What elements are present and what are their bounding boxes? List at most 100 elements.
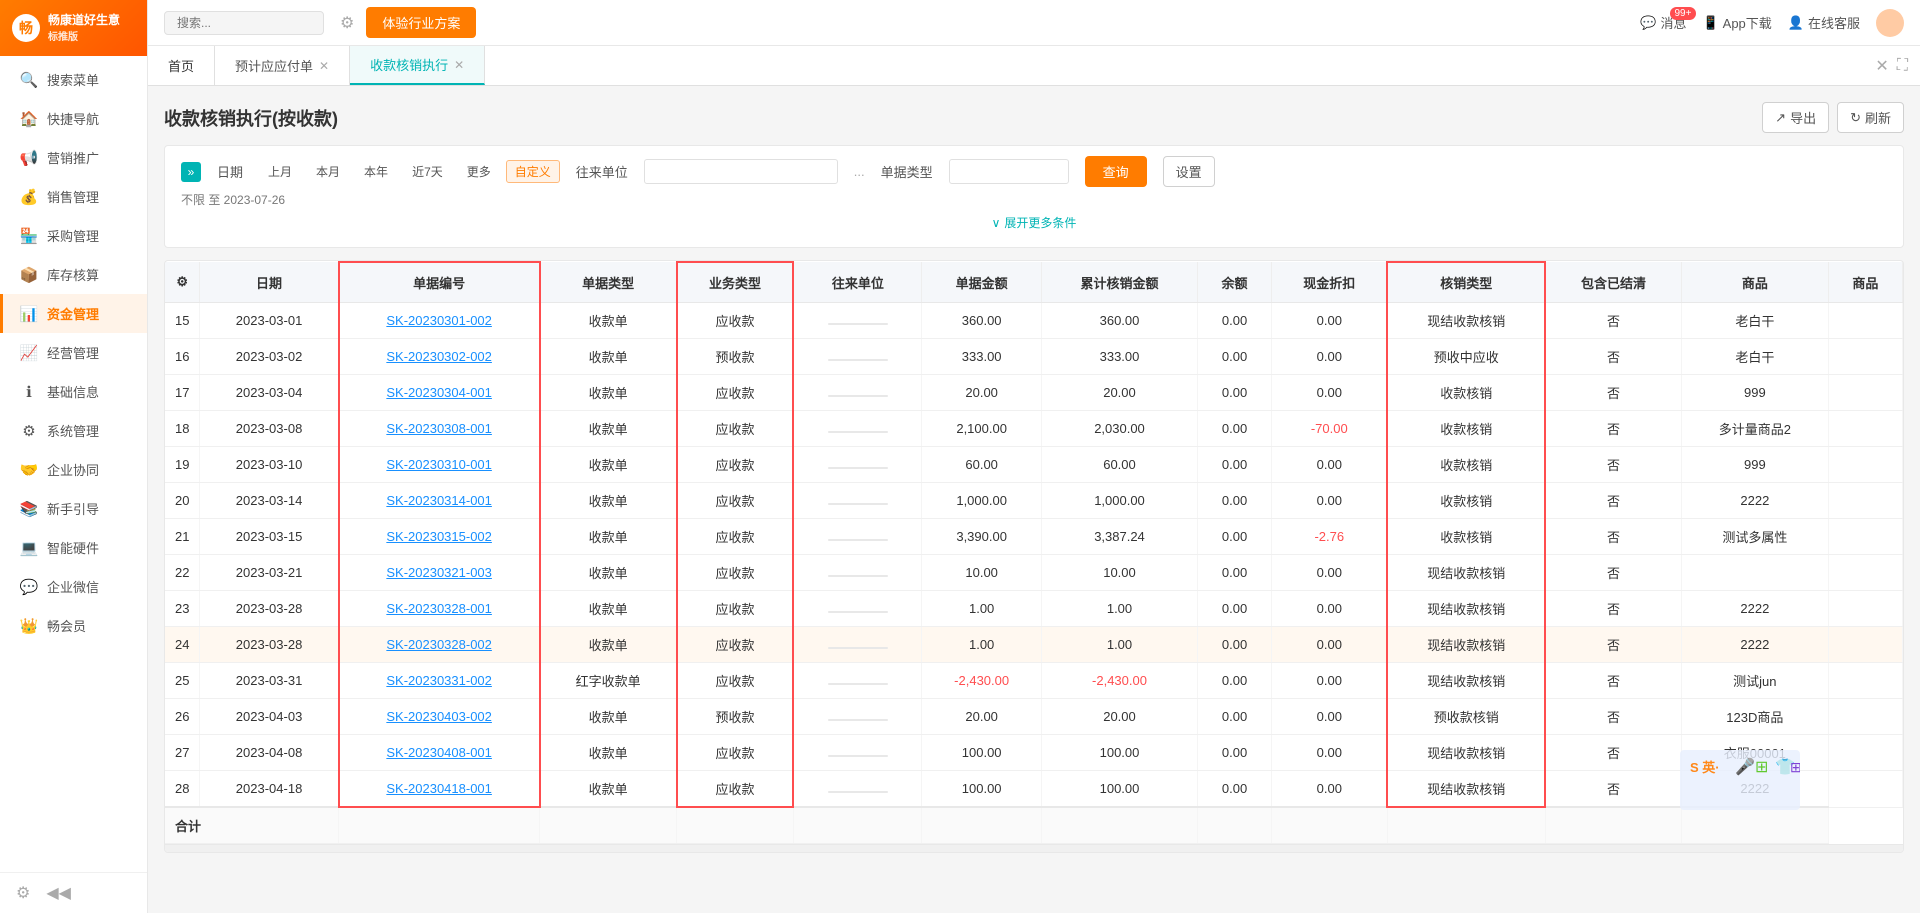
voucher-link[interactable]: SK-20230315-002 [386, 529, 492, 544]
table-row: 21 2023-03-15 SK-20230315-002 收款单 应收款 3,… [165, 519, 1903, 555]
voucher-link[interactable]: SK-20230310-001 [386, 457, 492, 472]
cell-amount: -2,430.00 [922, 663, 1042, 699]
sidebar-item-operations[interactable]: 📈经营管理 [0, 333, 147, 372]
sidebar-item-inventory[interactable]: 📦库存核算 [0, 255, 147, 294]
sidebar-item-sales[interactable]: 💰销售管理 [0, 177, 147, 216]
date-btn-this-year[interactable]: 本年 [355, 160, 397, 183]
total-cell [1681, 807, 1828, 844]
cell-cash-discount: 0.00 [1272, 699, 1388, 735]
marketing-icon: 📢 [19, 149, 39, 167]
sidebar-item-purchase[interactable]: 🏪采购管理 [0, 216, 147, 255]
tab-home[interactable]: 首页 [148, 46, 215, 85]
cell-voucher-type: 收款单 [540, 591, 677, 627]
cell-seq: 17 [165, 375, 200, 411]
topbar-search-input[interactable] [164, 11, 324, 35]
expand-conditions-row[interactable]: ∨ 展开更多条件 [181, 208, 1887, 237]
cell-voucher-type: 红字收款单 [540, 663, 677, 699]
sidebar-item-basic[interactable]: ℹ基础信息 [0, 372, 147, 411]
cell-voucher-type: 收款单 [540, 699, 677, 735]
tab-expand-icon[interactable]: ⛶ [1897, 57, 1908, 75]
date-btn-this-month[interactable]: 本月 [307, 160, 349, 183]
cell-goods2 [1828, 447, 1902, 483]
cell-date: 2023-04-08 [200, 735, 339, 771]
cell-include-settled: 否 [1545, 663, 1681, 699]
page-header: 收款核销执行(按收款) ↗ 导出 ↻ 刷新 [164, 102, 1904, 133]
table-row: 16 2023-03-02 SK-20230302-002 收款单 预收款 33… [165, 339, 1903, 375]
date-btn-7days[interactable]: 近7天 [403, 160, 452, 183]
voucher-link[interactable]: SK-20230408-001 [386, 745, 492, 760]
topbar-app-download[interactable]: 📱 App下载 [1702, 13, 1771, 32]
voucher-link[interactable]: SK-20230321-003 [386, 565, 492, 580]
voucher-link[interactable]: SK-20230328-002 [386, 637, 492, 652]
tab-close-icon[interactable]: ✕ [1875, 56, 1888, 76]
filter-row-1: » 日期 上月 本月 本年 近7天 更多 自定义 往来单位 ... 单据类型 [181, 156, 1887, 187]
tab-prepay-close[interactable]: ✕ [319, 59, 329, 73]
sidebar-item-marketing[interactable]: 📢营销推广 [0, 138, 147, 177]
tabbar-actions: ✕ ⛶ [1875, 56, 1920, 76]
industry-btn[interactable]: 体验行业方案 [366, 7, 476, 38]
sidebar-item-member[interactable]: 👑畅会员 [0, 606, 147, 645]
cell-verify-type: 收款核销 [1387, 447, 1545, 483]
sidebar-item-wechat[interactable]: 💬企业微信 [0, 567, 147, 606]
col-settings-header[interactable]: ⚙ [165, 262, 200, 303]
cell-partner [793, 519, 921, 555]
cell-voucher-no: SK-20230314-001 [339, 483, 540, 519]
refresh-button[interactable]: ↻ 刷新 [1837, 102, 1904, 133]
enterprise-icon: 🤝 [19, 461, 39, 479]
export-button[interactable]: ↗ 导出 [1762, 102, 1829, 133]
date-btn-last-month[interactable]: 上月 [259, 160, 301, 183]
cell-biz-type: 应收款 [677, 771, 794, 808]
cell-partner [793, 699, 921, 735]
query-button[interactable]: 查询 [1085, 156, 1147, 187]
topbar-online-service[interactable]: 👤 在线客服 [1788, 13, 1860, 32]
cell-cumulative: 2,030.00 [1041, 411, 1197, 447]
sidebar-item-search[interactable]: 🔍搜索菜单 [0, 60, 147, 99]
total-cell [1387, 807, 1545, 844]
sidebar-item-guide[interactable]: 📚新手引导 [0, 489, 147, 528]
partner-value [828, 539, 888, 541]
voucher-link[interactable]: SK-20230331-002 [386, 673, 492, 688]
voucher-link[interactable]: SK-20230308-001 [386, 421, 492, 436]
cell-goods: 2222 [1681, 771, 1828, 808]
sidebar-item-quick-nav[interactable]: 🏠快捷导航 [0, 99, 147, 138]
voucher-link[interactable]: SK-20230301-002 [386, 313, 492, 328]
sidebar-label-basic: 基础信息 [47, 382, 99, 401]
settings-bottom-icon[interactable]: ⚙ [16, 883, 30, 903]
table-row: 15 2023-03-01 SK-20230301-002 收款单 应收款 36… [165, 303, 1903, 339]
voucher-link[interactable]: SK-20230328-001 [386, 601, 492, 616]
settings-button[interactable]: 设置 [1163, 156, 1215, 187]
sidebar-item-enterprise[interactable]: 🤝企业协同 [0, 450, 147, 489]
voucher-link[interactable]: SK-20230314-001 [386, 493, 492, 508]
voucher-link[interactable]: SK-20230304-001 [386, 385, 492, 400]
cell-voucher-no: SK-20230321-003 [339, 555, 540, 591]
collapse-icon[interactable]: ◀◀ [46, 883, 71, 903]
tab-prepay[interactable]: 预计应应付单 ✕ [215, 46, 350, 85]
partner-input[interactable] [644, 159, 838, 184]
cell-verify-type: 现结收款核销 [1387, 663, 1545, 699]
total-label: 合计 [165, 807, 339, 844]
table-row: 23 2023-03-28 SK-20230328-001 收款单 应收款 1.… [165, 591, 1903, 627]
expand-btn[interactable]: ∨ 展开更多条件 [992, 214, 1077, 231]
sidebar-item-finance[interactable]: 📊资金管理 [0, 294, 147, 333]
search-icon: 🔍 [19, 71, 39, 89]
data-table-wrapper: ⚙ 日期 单据编号 单据类型 业务类型 往来单位 单据金额 累计核销金额 余额 … [164, 260, 1904, 853]
voucher-type-select[interactable] [949, 159, 1069, 184]
cell-date: 2023-03-15 [200, 519, 339, 555]
cell-goods: 123D商品 [1681, 699, 1828, 735]
partner-value [828, 755, 888, 757]
tab-receipt-verify[interactable]: 收款核销执行 ✕ [350, 46, 485, 85]
voucher-link[interactable]: SK-20230403-002 [386, 709, 492, 724]
voucher-link[interactable]: SK-20230418-001 [386, 781, 492, 796]
topbar-message[interactable]: 💬 消息 99+ [1640, 13, 1686, 32]
date-btn-custom[interactable]: 自定义 [506, 160, 560, 183]
topbar-gear-icon[interactable]: ⚙ [340, 13, 354, 33]
voucher-link[interactable]: SK-20230302-002 [386, 349, 492, 364]
cell-verify-type: 现结收款核销 [1387, 591, 1545, 627]
date-btn-more[interactable]: 更多 [458, 160, 500, 183]
filter-expand-arrow[interactable]: » [181, 162, 201, 182]
tab-receipt-verify-close[interactable]: ✕ [454, 58, 464, 72]
sidebar-item-system[interactable]: ⚙系统管理 [0, 411, 147, 450]
cell-date: 2023-03-04 [200, 375, 339, 411]
cell-cash-discount: 0.00 [1272, 771, 1388, 808]
sidebar-item-hardware[interactable]: 💻智能硬件 [0, 528, 147, 567]
